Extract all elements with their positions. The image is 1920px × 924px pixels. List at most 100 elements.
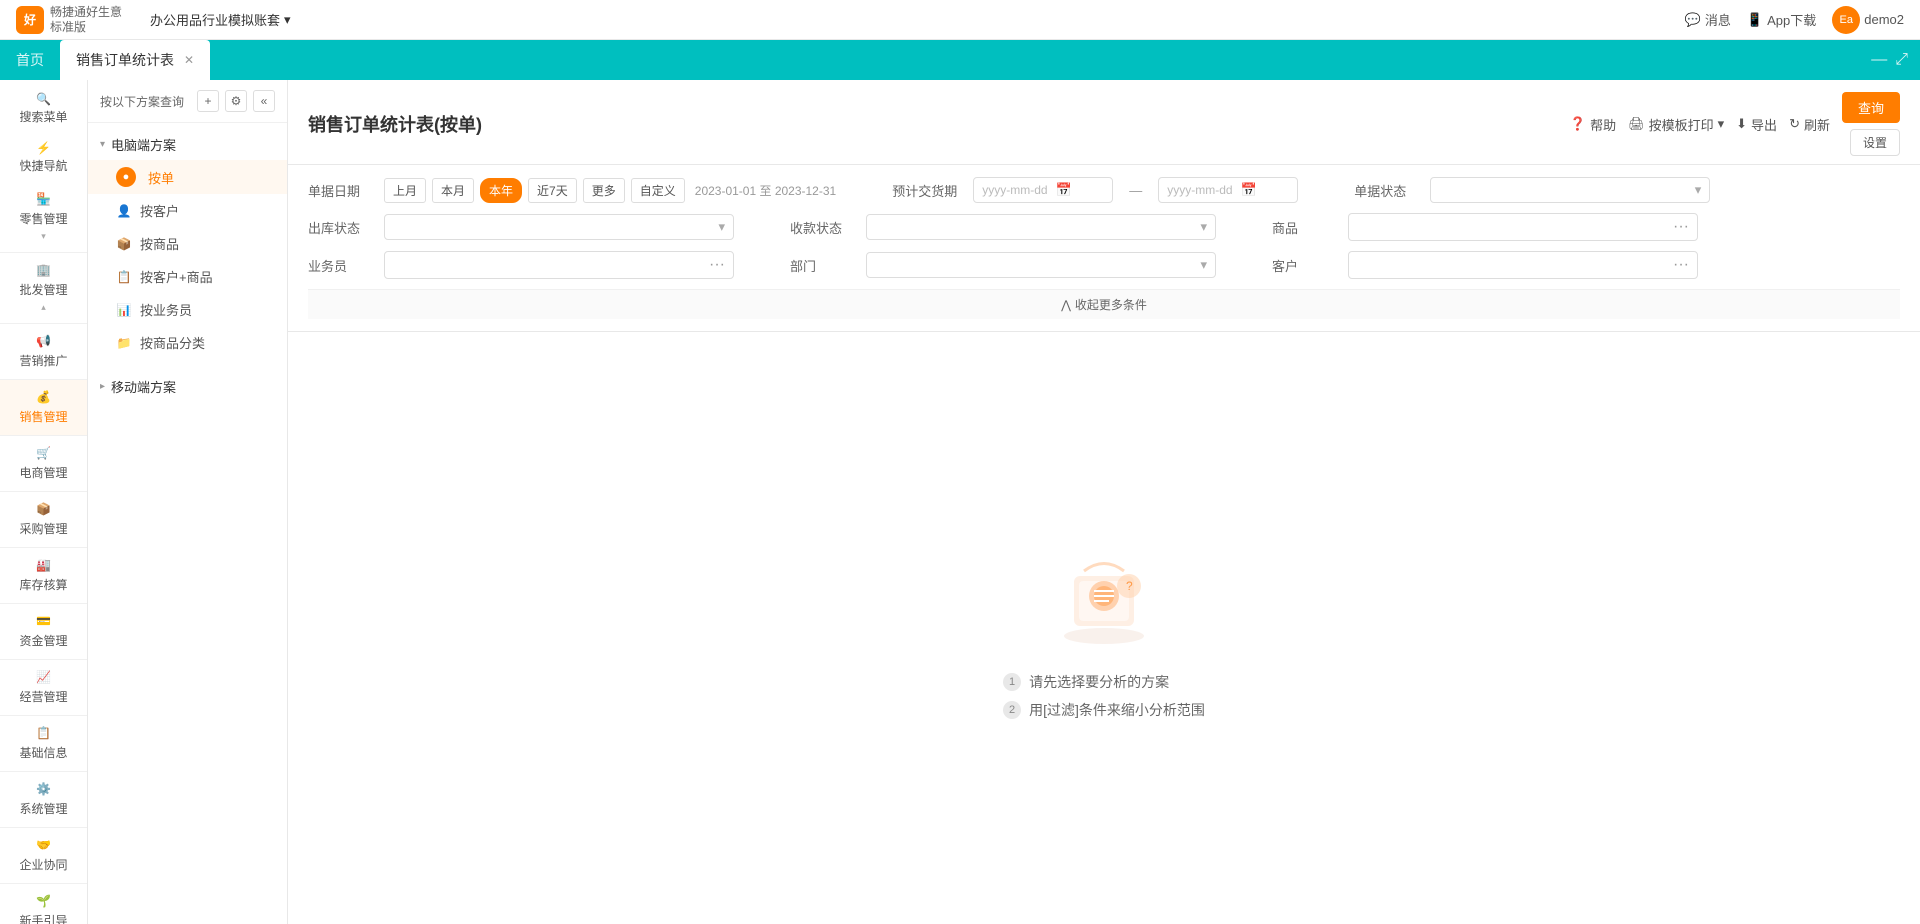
empty-tip-2: 2 用[过滤]条件来缩小分析范围	[1003, 700, 1205, 720]
date-btn-last-month[interactable]: 上月	[384, 178, 426, 203]
sidebar-item-finance[interactable]: 💳 资金管理	[0, 604, 87, 660]
scheme-by-order-label: 按单	[148, 168, 174, 187]
sidebar-item-ecommerce[interactable]: 🛒 电商管理	[0, 436, 87, 492]
payment-status-select[interactable]: ▾	[866, 214, 1216, 240]
date-btn-this-month[interactable]: 本月	[432, 178, 474, 203]
page-actions: ❓ 帮助 🖨 按模板打印 ▾ ⬇ 导出 ↻ 刷新	[1570, 92, 1900, 156]
user-area[interactable]: Ea demo2	[1832, 6, 1904, 34]
search-btn[interactable]: 查询	[1842, 92, 1900, 123]
sidebar-system-label: 系统管理	[19, 800, 67, 817]
maximize-icon[interactable]: ⤢	[1895, 51, 1908, 69]
sidebar-item-newbie[interactable]: 🌱 新手引导	[0, 884, 87, 924]
collapse-icon: ⋀	[1061, 298, 1071, 312]
logo-icon: 好	[16, 6, 44, 34]
sidebar-item-corp[interactable]: 🤝 企业协同	[0, 828, 87, 884]
scheme-by-goods-label: 按商品	[140, 234, 179, 253]
sidebar-item-purchase[interactable]: 📦 采购管理	[0, 492, 87, 548]
pc-section-header[interactable]: ▾ 电脑端方案	[88, 129, 287, 160]
dept-label: 部门	[790, 256, 850, 275]
sidebar-search[interactable]: 🔍 搜索菜单	[0, 80, 87, 133]
dept-select[interactable]: ▾	[866, 252, 1216, 278]
minimize-icon[interactable]: —	[1871, 51, 1887, 69]
sidebar-sales-label: 销售管理	[19, 408, 67, 425]
print-btn[interactable]: 🖨 按模板打印 ▾	[1628, 115, 1724, 134]
settings-scheme-btn[interactable]: ⚙	[225, 90, 247, 112]
collapse-panel-btn[interactable]: «	[253, 90, 275, 112]
top-bar-right: 💬 消息 📱 App下载 Ea demo2	[1685, 6, 1904, 34]
doc-status-label: 单据状态	[1354, 181, 1414, 200]
purchase-icon: 📦	[36, 502, 51, 516]
message-icon: 💬	[1685, 12, 1701, 28]
sidebar-basic-label: 基础信息	[19, 744, 67, 761]
category-scheme-icon: 📁	[116, 335, 132, 351]
export-icon: ⬇	[1736, 116, 1747, 132]
search-icon: 🔍	[36, 92, 51, 106]
tab-close-icon[interactable]: ✕	[184, 53, 194, 67]
sidebar-ecommerce-label: 电商管理	[19, 464, 67, 481]
calendar-icon-2: 📅	[1241, 182, 1257, 198]
sidebar-corp-label: 企业协同	[19, 856, 67, 873]
forecast-date-end[interactable]: yyyy-mm-dd 📅	[1158, 177, 1298, 203]
sidebar-finance-label: 资金管理	[19, 632, 67, 649]
tip-num-1: 1	[1003, 673, 1021, 691]
chevron-down-icon: ▾	[41, 231, 46, 242]
sidebar-item-inventory[interactable]: 🏭 库存核算	[0, 548, 87, 604]
setting-btn[interactable]: 设置	[1850, 129, 1900, 156]
sidebar-item-system[interactable]: ⚙️ 系统管理	[0, 772, 87, 828]
scheme-by-cust-goods-label: 按客户+商品	[140, 267, 213, 286]
date-btn-this-year[interactable]: 本年	[480, 178, 522, 203]
forecast-end-placeholder: yyyy-mm-dd	[1167, 183, 1232, 197]
forecast-date-label: 预计交货期	[892, 181, 957, 200]
sidebar-item-operations[interactable]: 📈 经营管理	[0, 660, 87, 716]
mobile-section-header[interactable]: ▸ 移动端方案	[88, 371, 287, 402]
sidebar-item-retail[interactable]: 🏪 零售管理 ▾	[0, 182, 87, 253]
salesperson-dots-icon: ···	[709, 256, 725, 274]
scheme-by-customer[interactable]: 👤 按客户	[88, 194, 287, 227]
add-scheme-btn[interactable]: +	[197, 90, 219, 112]
sidebar-item-sales[interactable]: 💰 销售管理	[0, 380, 87, 436]
left-panel-title: 按以下方案查询	[100, 93, 184, 110]
mobile-section-arrow: ▸	[100, 381, 105, 392]
sidebar-item-marketing[interactable]: 📢 营销推广	[0, 324, 87, 380]
date-btn-custom[interactable]: 自定义	[631, 178, 685, 203]
tab-sales-stat[interactable]: 销售订单统计表 ✕	[60, 40, 210, 80]
sidebar-item-basic[interactable]: 📋 基础信息	[0, 716, 87, 772]
empty-tip-1: 1 请先选择要分析的方案	[1003, 672, 1205, 692]
customer-label: 客户	[1272, 256, 1332, 275]
sidebar-marketing-label: 营销推广	[19, 352, 67, 369]
collapse-bar[interactable]: ⋀ 收起更多条件	[308, 289, 1900, 319]
sidebar-purchase-label: 采购管理	[19, 520, 67, 537]
export-btn[interactable]: ⬇ 导出	[1736, 115, 1777, 134]
customer-select[interactable]: ···	[1348, 251, 1698, 279]
help-btn[interactable]: ❓ 帮助	[1570, 115, 1616, 134]
scheme-by-order[interactable]: ● 按单	[88, 160, 287, 194]
message-btn[interactable]: 💬 消息	[1685, 10, 1731, 29]
app-selector[interactable]: 办公用品行业模拟账套 ▾	[150, 10, 291, 29]
cust-goods-scheme-icon: 📋	[116, 269, 132, 285]
app-download-btn[interactable]: 📱 App下载	[1747, 10, 1816, 29]
date-range-text: 2023-01-01 至 2023-12-31	[695, 182, 836, 199]
refresh-btn[interactable]: ↻ 刷新	[1789, 115, 1830, 134]
forecast-date-start[interactable]: yyyy-mm-dd 📅	[973, 177, 1113, 203]
salesperson-select[interactable]: ···	[384, 251, 734, 279]
date-btn-more[interactable]: 更多	[583, 178, 625, 203]
sidebar-item-wholesale[interactable]: 🏢 批发管理 ▴	[0, 253, 87, 324]
date-separator: —	[1129, 183, 1142, 198]
dept-select-arrow: ▾	[1200, 257, 1207, 273]
sidebar-quick-nav[interactable]: ⚡ 快捷导航	[0, 133, 87, 182]
sidebar-operations-label: 经营管理	[19, 688, 67, 705]
empty-state: ? 1 请先选择要分析的方案 2 用[过滤]条件来缩小分析范围	[288, 332, 1920, 924]
scheme-by-goods[interactable]: 📦 按商品	[88, 227, 287, 260]
delivery-status-select[interactable]: ▾	[384, 214, 734, 240]
scheme-by-category[interactable]: 📁 按商品分类	[88, 326, 287, 359]
main-right: 销售订单统计表(按单) ❓ 帮助 🖨 按模板打印 ▾ ⬇ 导出	[288, 80, 1920, 924]
tab-home[interactable]: 首页	[0, 40, 60, 80]
basic-icon: 📋	[36, 726, 51, 740]
scheme-by-cust-goods[interactable]: 📋 按客户+商品	[88, 260, 287, 293]
date-btn-7days[interactable]: 近7天	[528, 178, 577, 203]
scheme-by-salesperson[interactable]: 📊 按业务员	[88, 293, 287, 326]
doc-status-select[interactable]: ▾	[1430, 177, 1710, 203]
empty-illustration: ?	[1044, 536, 1164, 656]
goods-select[interactable]: ···	[1348, 213, 1698, 241]
sidebar-newbie-label: 新手引导	[19, 912, 67, 924]
